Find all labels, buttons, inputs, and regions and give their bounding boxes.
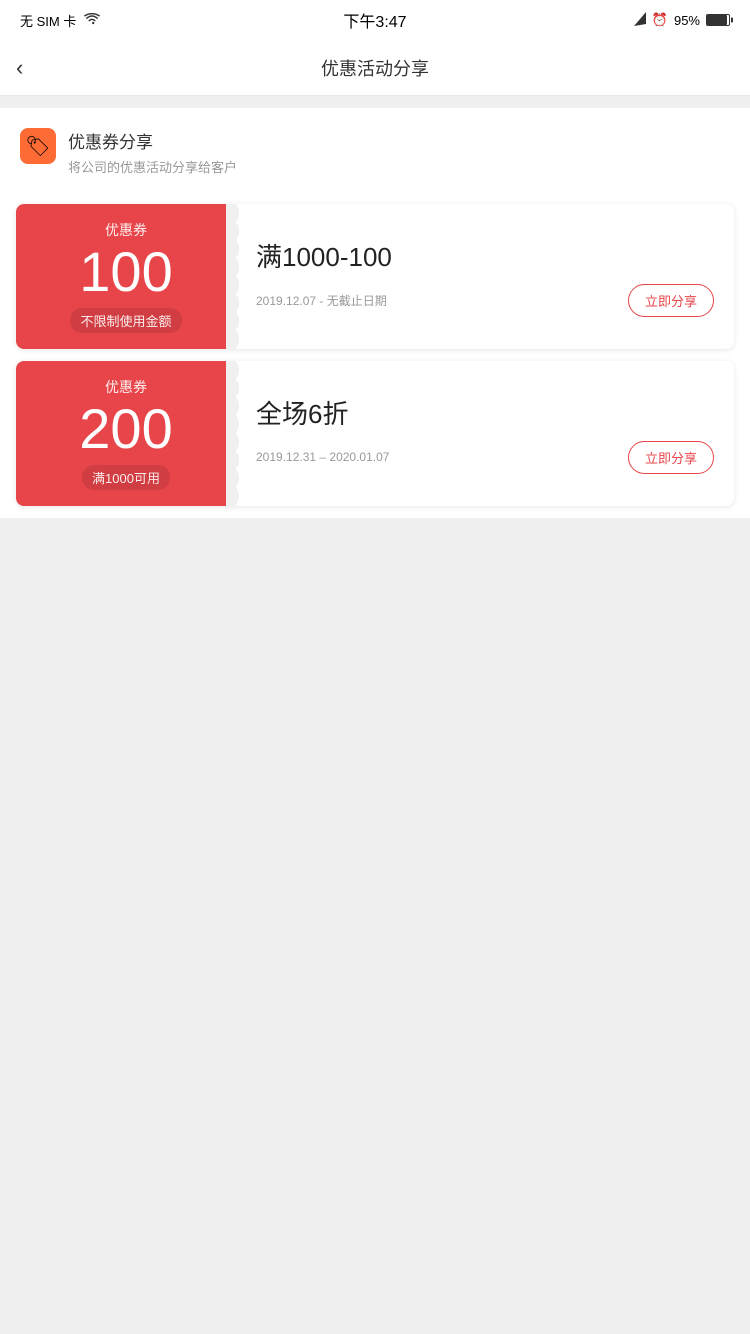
wifi-icon [84, 13, 100, 28]
coupon-left-2: 优惠券 200 满1000可用 [16, 361, 236, 506]
coupon-footer-2: 2019.12.31 – 2020.01.07 立即分享 [256, 441, 714, 474]
coupon-value-1: 100 [79, 244, 172, 300]
coupon-label-1: 优惠券 [105, 220, 147, 240]
coupon-label-2: 优惠券 [105, 377, 147, 397]
status-right: ⏰ 95% [634, 12, 730, 29]
coupon-value-2: 200 [79, 401, 172, 457]
carrier-text: 无 SIM 卡 [20, 11, 76, 30]
coupon-right-2: 全场6折 2019.12.31 – 2020.01.07 立即分享 [236, 361, 734, 506]
section-title: 优惠券分享 [68, 128, 237, 153]
coupon-condition-1: 不限制使用金额 [70, 308, 181, 333]
coupon-card-1: 优惠券 100 不限制使用金额 满1000-100 2019.12.07 - 无… [16, 204, 734, 349]
coupon-footer-1: 2019.12.07 - 无截止日期 立即分享 [256, 284, 714, 317]
coupon-name-1: 满1000-100 [256, 237, 714, 274]
battery-percent: 95% [674, 13, 700, 28]
page-title: 优惠活动分享 [321, 55, 429, 81]
empty-area [0, 518, 750, 1018]
coupon-date-1: 2019.12.07 - 无截止日期 [256, 292, 387, 309]
nav-bar: ‹ 优惠活动分享 [0, 40, 750, 96]
section-subtitle: 将公司的优惠活动分享给客户 [68, 157, 237, 176]
status-left: 无 SIM 卡 [20, 11, 100, 30]
coupon-icon: 🏷 [25, 134, 50, 159]
coupon-card-2: 优惠券 200 满1000可用 全场6折 2019.12.31 – 2020.0… [16, 361, 734, 506]
coupon-condition-2: 满1000可用 [82, 465, 170, 490]
status-time: 下午3:47 [343, 8, 406, 32]
coupon-name-2: 全场6折 [256, 394, 714, 431]
coupon-list: 优惠券 100 不限制使用金额 满1000-100 2019.12.07 - 无… [0, 192, 750, 518]
section-text: 优惠券分享 将公司的优惠活动分享给客户 [68, 128, 237, 176]
share-button-1[interactable]: 立即分享 [628, 284, 714, 317]
coupon-right-1: 满1000-100 2019.12.07 - 无截止日期 立即分享 [236, 204, 734, 349]
section-header: 🏷 优惠券分享 将公司的优惠活动分享给客户 [0, 108, 750, 192]
coupon-date-2: 2019.12.31 – 2020.01.07 [256, 450, 389, 464]
coupon-left-1: 优惠券 100 不限制使用金额 [16, 204, 236, 349]
location-icon [634, 12, 646, 29]
back-button[interactable]: ‹ [16, 57, 23, 79]
battery-indicator [706, 14, 730, 26]
share-button-2[interactable]: 立即分享 [628, 441, 714, 474]
status-bar: 无 SIM 卡 下午3:47 ⏰ 95% [0, 0, 750, 40]
alarm-icon: ⏰ [652, 12, 668, 28]
section-icon: 🏷 [20, 128, 56, 164]
